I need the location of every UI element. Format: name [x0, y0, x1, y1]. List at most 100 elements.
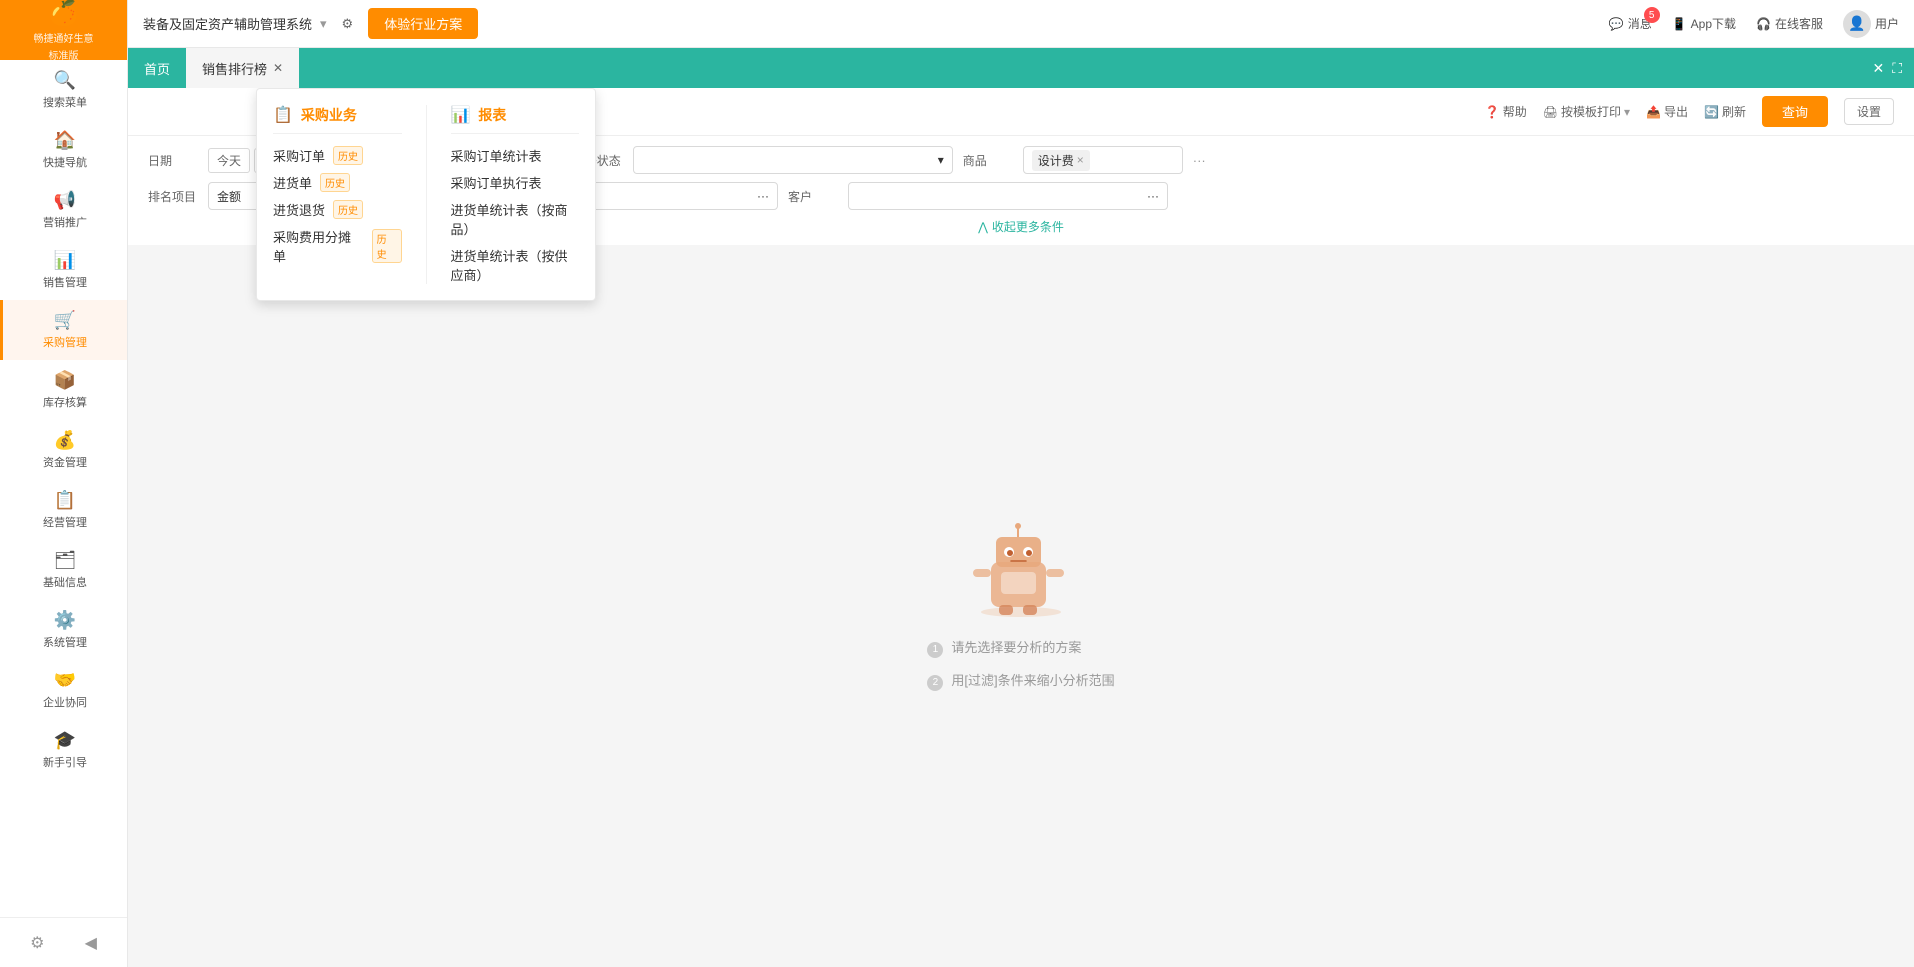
- empty-step-2-text: 用[过滤]条件来缩小分析范围: [951, 670, 1114, 689]
- sidebar-item-label: 新手引导: [43, 754, 87, 770]
- purchase-expense-label: 采购费用分摊单: [273, 227, 364, 265]
- phone-icon: 📱: [1672, 17, 1687, 31]
- goods-more-icon[interactable]: ···: [1193, 153, 1206, 168]
- sidebar-item-purchase[interactable]: 🛒 采购管理: [0, 300, 127, 360]
- industry-solution-button[interactable]: 体验行业方案: [368, 8, 478, 39]
- tab-bar-expand: ✕ ⛶: [1860, 48, 1914, 88]
- sidebar-item-label: 资金管理: [43, 454, 87, 470]
- empty-step-1-text: 请先选择要分析的方案: [951, 637, 1081, 656]
- guide-icon: 🎓: [54, 730, 76, 751]
- doc-status-input[interactable]: ▾: [633, 146, 953, 174]
- sidebar-item-label: 基础信息: [43, 574, 87, 590]
- menu-item-purchase-order[interactable]: 采购订单 历史: [273, 146, 402, 165]
- settings-button[interactable]: 设置: [1844, 98, 1894, 125]
- sidebar-item-capital[interactable]: 💰 资金管理: [0, 420, 127, 480]
- user-label: 用户: [1875, 15, 1899, 32]
- tabbar: 首页 销售排行榜 ✕ ✕ ⛶: [128, 48, 1914, 88]
- menu-item-inbound[interactable]: 进货单 历史: [273, 173, 402, 192]
- report-section-title: 报表: [478, 105, 506, 125]
- user-menu-button[interactable]: 👤 用户: [1843, 10, 1899, 38]
- online-service-label: 在线客服: [1775, 15, 1823, 32]
- menu-item-inbound-stats-supplier[interactable]: 进货单统计表（按供应商）: [451, 246, 580, 284]
- sidebar-item-basicinfo[interactable]: 🗂 基础信息: [0, 540, 127, 600]
- close-all-icon[interactable]: ✕: [1872, 60, 1884, 77]
- sidebar-collapse-button[interactable]: ◀: [85, 933, 97, 953]
- query-button[interactable]: 查询: [1762, 96, 1828, 127]
- goods-input[interactable]: 设计费 ×: [1023, 146, 1183, 174]
- sidebar: 🍊 畅捷通好生意 标准版 🔍 搜索菜单 🏠 快捷导航 📢 营销推广 📊 销售管理…: [0, 0, 128, 967]
- sidebar-settings-button[interactable]: ⚙: [30, 933, 44, 953]
- sidebar-item-label: 系统管理: [43, 634, 87, 650]
- app-download-label: App下载: [1691, 15, 1736, 32]
- sidebar-item-marketing[interactable]: 📢 营销推广: [0, 180, 127, 240]
- menu-item-inbound-return[interactable]: 进货退货 历史: [273, 200, 402, 219]
- sidebar-item-label: 快捷导航: [43, 154, 87, 170]
- sidebar-item-label: 库存核算: [43, 394, 87, 410]
- menu-item-inbound-stats-goods[interactable]: 进货单统计表（按商品）: [451, 200, 580, 238]
- basicinfo-icon: 🗂: [54, 550, 77, 571]
- main-area: 装备及固定资产辅助管理系统 ▾ ⚙ 体验行业方案 💬 消息 5 📱 App下载 …: [128, 0, 1914, 967]
- messages-button[interactable]: 💬 消息 5: [1609, 15, 1652, 32]
- fullscreen-icon[interactable]: ⛶: [1892, 60, 1902, 77]
- menu-item-purchase-order-stats[interactable]: 采购订单统计表: [451, 146, 580, 165]
- tab-home[interactable]: 首页: [128, 48, 186, 88]
- tab-sales-ranking[interactable]: 销售排行榜 ✕: [186, 48, 299, 88]
- empty-step-2: 2 用[过滤]条件来缩小分析范围: [927, 670, 1114, 695]
- export-button[interactable]: 📤 导出: [1646, 103, 1688, 120]
- time-btn-today[interactable]: 今天: [208, 148, 250, 173]
- empty-state: 1 请先选择要分析的方案 2 用[过滤]条件来缩小分析范围: [128, 245, 1914, 967]
- marketing-icon: 📢: [54, 190, 76, 211]
- purchase-dropdown-menu[interactable]: 📋 采购业务 采购订单 历史 进货单 历史 进货退货: [256, 88, 596, 301]
- sidebar-item-label: 企业协同: [43, 694, 87, 710]
- sidebar-item-operations[interactable]: 📋 经营管理: [0, 480, 127, 540]
- sidebar-item-sales[interactable]: 📊 销售管理: [0, 240, 127, 300]
- sidebar-item-quicknav[interactable]: 🏠 快捷导航: [0, 120, 127, 180]
- empty-illustration: [961, 517, 1081, 617]
- search-icon: 🔍: [54, 70, 76, 91]
- print-dropdown-icon[interactable]: ▾: [1624, 105, 1630, 119]
- refresh-button[interactable]: 🔄 刷新: [1704, 103, 1746, 120]
- online-service-button[interactable]: 🎧 在线客服: [1756, 15, 1823, 32]
- enterprise-icon: 🤝: [54, 670, 76, 691]
- topbar: 装备及固定资产辅助管理系统 ▾ ⚙ 体验行业方案 💬 消息 5 📱 App下载 …: [128, 0, 1914, 48]
- sidebar-item-guide[interactable]: 🎓 新手引导: [0, 720, 127, 780]
- print-button[interactable]: 🖨 按模板打印 ▾: [1543, 103, 1630, 120]
- inbound-label: 进货单: [273, 173, 312, 192]
- sidebar-item-inventory[interactable]: 📦 库存核算: [0, 360, 127, 420]
- sales-icon: 📊: [54, 250, 76, 271]
- purchase-section-icon: 📋: [273, 105, 293, 125]
- home-icon: 🏠: [54, 130, 76, 151]
- capital-icon: 💰: [54, 430, 76, 451]
- step-2-number: 2: [927, 675, 943, 691]
- sidebar-item-enterprise[interactable]: 🤝 企业协同: [0, 660, 127, 720]
- purchase-menu-items: 采购订单 历史 进货单 历史 进货退货 历史 采购费用分摊单: [273, 146, 402, 265]
- customer-input[interactable]: ···: [848, 182, 1168, 210]
- sidebar-nav: 🔍 搜索菜单 🏠 快捷导航 📢 营销推广 📊 销售管理 🛒 采购管理 📦 库存核…: [0, 60, 127, 917]
- system-title: 装备及固定资产辅助管理系统: [143, 14, 312, 33]
- tab-close-icon[interactable]: ✕: [273, 61, 283, 75]
- help-link[interactable]: ❓ 帮助: [1485, 103, 1527, 120]
- goods-tag-remove[interactable]: ×: [1077, 153, 1084, 167]
- service-icon: 🎧: [1756, 17, 1771, 31]
- topbar-dropdown-icon[interactable]: ▾: [320, 16, 327, 32]
- collapse-up-icon: ⋀: [978, 220, 988, 234]
- doc-status-chevron: ▾: [938, 153, 944, 167]
- purchase-order-label: 采购订单: [273, 146, 325, 165]
- sidebar-item-system[interactable]: ⚙️ 系统管理: [0, 600, 127, 660]
- purchase-business-section: 📋 采购业务 采购订单 历史 进货单 历史 进货退货: [273, 105, 402, 284]
- system-icon: ⚙️: [54, 610, 76, 631]
- history-badge-2: 历史: [320, 173, 350, 192]
- operations-icon: 📋: [54, 490, 76, 511]
- empty-step-1: 1 请先选择要分析的方案: [927, 637, 1081, 662]
- history-badge-3: 历史: [333, 200, 363, 219]
- topbar-gear-icon[interactable]: ⚙: [342, 16, 354, 32]
- purchase-order-stats-label: 采购订单统计表: [451, 146, 542, 165]
- sidebar-item-search[interactable]: 🔍 搜索菜单: [0, 60, 127, 120]
- home-tab-label: 首页: [144, 59, 170, 78]
- customer-dots: ···: [1147, 189, 1159, 203]
- menu-item-purchase-order-exec[interactable]: 采购订单执行表: [451, 173, 580, 192]
- inbound-stats-goods-label: 进货单统计表（按商品）: [451, 200, 580, 238]
- menu-item-purchase-expense[interactable]: 采购费用分摊单 历史: [273, 227, 402, 265]
- app-download-button[interactable]: 📱 App下载: [1672, 15, 1736, 32]
- purchase-order-exec-label: 采购订单执行表: [451, 173, 542, 192]
